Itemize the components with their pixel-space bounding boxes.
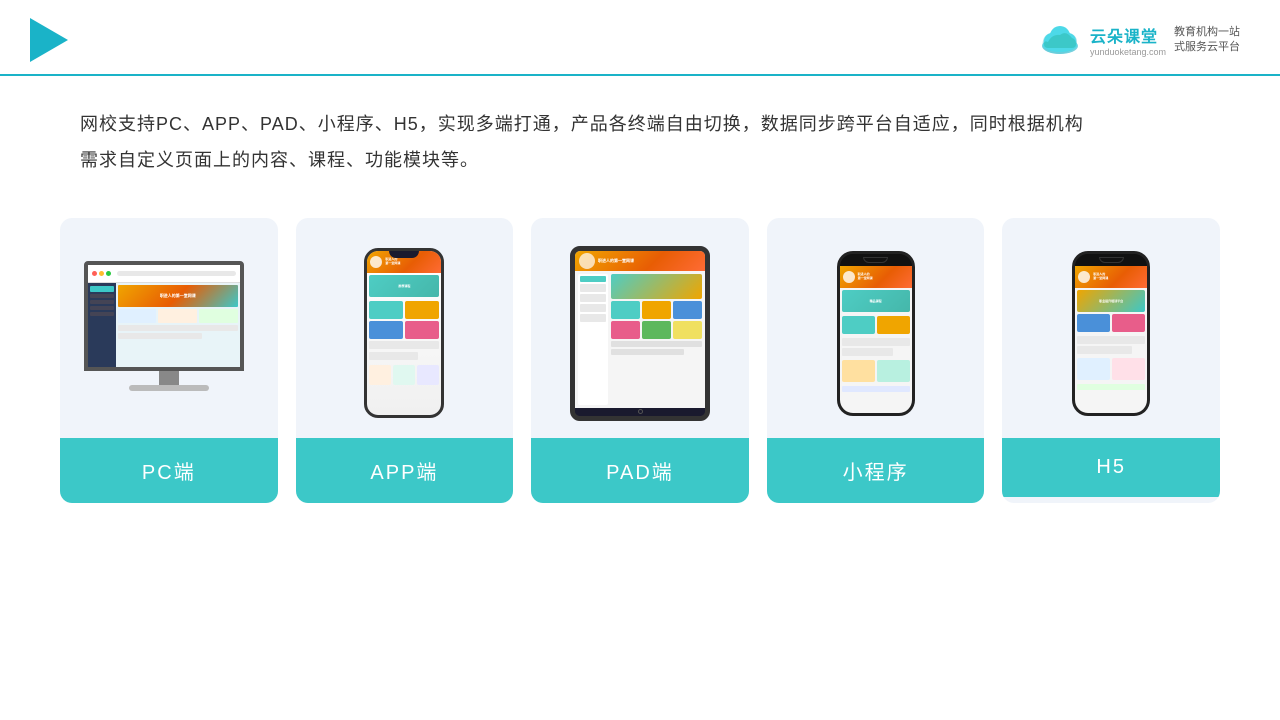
card-pc: 职进人的第一堂网课 xyxy=(60,218,278,503)
header: 云朵课堂 yunduoketang.com 教育机构一站 式服务云平台 xyxy=(0,0,1280,76)
brand-text: 云朵课堂 yunduoketang.com xyxy=(1090,23,1166,57)
card-pad-label: PAD端 xyxy=(531,438,749,503)
description-text: 网校支持PC、APP、PAD、小程序、H5，实现多端打通，产品各终端自由切换，数… xyxy=(0,76,1280,198)
card-pc-label: PC端 xyxy=(60,438,278,503)
card-h5-image: 职进人的第一堂网课 职业提升培训平台 xyxy=(1002,218,1220,438)
card-h5-label: H5 xyxy=(1002,438,1220,497)
card-miniprogram: 职进人的第一堂网课 精品课程 xyxy=(767,218,985,503)
brand-logo: 云朵课堂 yunduoketang.com 教育机构一站 式服务云平台 xyxy=(1038,22,1240,58)
card-h5: 职进人的第一堂网课 职业提升培训平台 xyxy=(1002,218,1220,503)
miniphone-mockup-mp: 职进人的第一堂网课 精品课程 xyxy=(837,251,915,416)
card-app-label: APP端 xyxy=(296,438,514,503)
pc-monitor-icon: 职进人的第一堂网课 xyxy=(84,261,254,406)
tablet-mockup: 职进人的第一堂网课 xyxy=(570,246,710,421)
cloud-icon xyxy=(1038,22,1082,58)
card-miniprogram-image: 职进人的第一堂网课 精品课程 xyxy=(767,218,985,438)
card-miniprogram-label: 小程序 xyxy=(767,438,985,503)
card-pad-image: 职进人的第一堂网课 xyxy=(531,218,749,438)
card-pc-image: 职进人的第一堂网课 xyxy=(60,218,278,438)
brand-name: 云朵课堂 xyxy=(1090,23,1166,47)
card-app-image: 职进人的第一堂网课 推荐课程 xyxy=(296,218,514,438)
card-app: 职进人的第一堂网课 推荐课程 xyxy=(296,218,514,503)
cards-container: 职进人的第一堂网课 xyxy=(0,198,1280,523)
miniphone-mockup-h5: 职进人的第一堂网课 职业提升培训平台 xyxy=(1072,251,1150,416)
header-left xyxy=(30,18,84,62)
brand-tagline: 教育机构一站 式服务云平台 xyxy=(1174,25,1240,56)
card-pad: 职进人的第一堂网课 xyxy=(531,218,749,503)
brand-url: yunduoketang.com xyxy=(1090,47,1166,57)
phone-mockup-app: 职进人的第一堂网课 推荐课程 xyxy=(364,248,444,418)
logo-arrow-icon xyxy=(30,18,68,62)
